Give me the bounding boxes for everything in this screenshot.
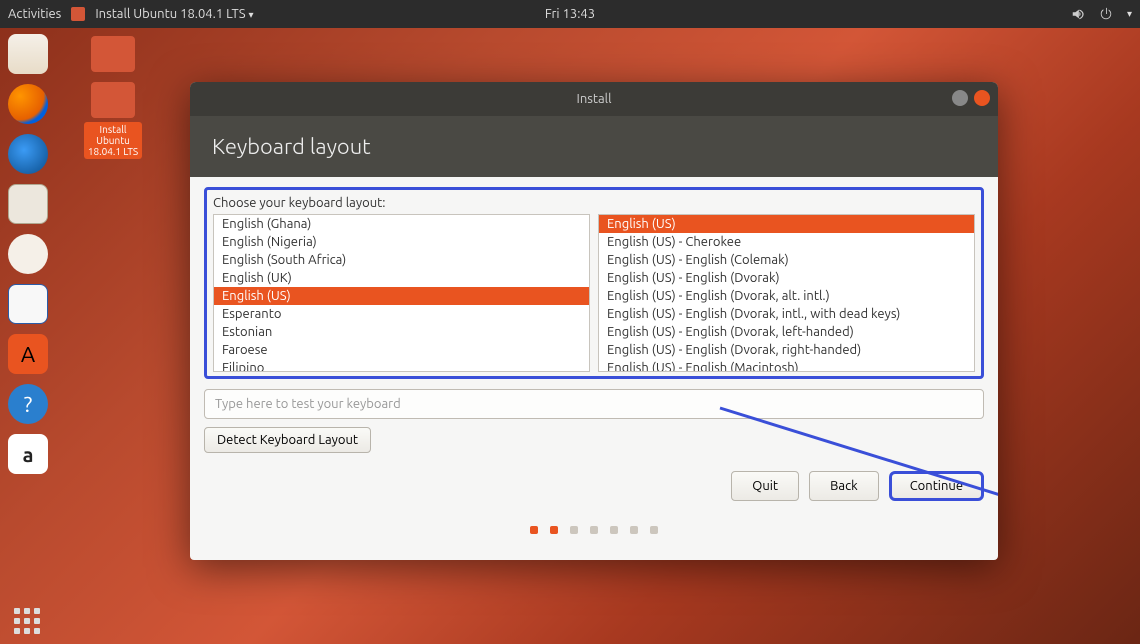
dock: A ? a [0,28,56,644]
power-icon[interactable] [1099,7,1113,21]
keyboard-layout-frame: Choose your keyboard layout: English (Gh… [204,187,984,379]
list-item[interactable]: Faroese [214,341,589,359]
activities-button[interactable]: Activities [8,7,61,21]
installer-disk-icon [91,82,135,118]
list-item[interactable]: English (UK) [214,269,589,287]
list-item[interactable]: Estonian [214,323,589,341]
desktop-icon-label: Install Ubuntu 18.04.1 LTS [84,122,142,159]
list-item[interactable]: English (US) - English (Dvorak, alt. int… [599,287,974,305]
app-menu-button[interactable]: Install Ubuntu 18.04.1 LTS ▾ [95,7,253,21]
dock-nautilus-icon[interactable] [8,184,48,224]
list-item[interactable]: Filipino [214,359,589,372]
list-item[interactable]: English (US) - English (Macintosh) [599,359,974,372]
app-icon [71,7,85,21]
dock-files-icon[interactable] [8,34,48,74]
list-item[interactable]: English (Nigeria) [214,233,589,251]
page-heading: Keyboard layout [190,116,998,177]
test-keyboard-input[interactable] [204,389,984,419]
layout-language-list[interactable]: English (Ghana)English (Nigeria)English … [213,214,590,372]
dot [570,526,578,534]
desktop-icon[interactable] [84,36,142,76]
minimize-icon[interactable] [952,90,968,106]
dock-software-icon[interactable]: A [8,334,48,374]
dock-amazon-icon[interactable]: a [8,434,48,474]
dock-thunderbird-icon[interactable] [8,134,48,174]
back-button[interactable]: Back [809,471,879,501]
window-title: Install [577,92,612,106]
list-item[interactable]: Esperanto [214,305,589,323]
list-item[interactable]: English (US) - English (Dvorak, intl., w… [599,305,974,323]
list-item[interactable]: English (US) - English (Dvorak, right-ha… [599,341,974,359]
dock-writer-icon[interactable] [8,284,48,324]
desktop-icon-install[interactable]: Install Ubuntu 18.04.1 LTS [84,82,142,159]
dot [550,526,558,534]
close-icon[interactable] [974,90,990,106]
list-item[interactable]: English (Ghana) [214,215,589,233]
progress-dots [204,508,984,546]
installer-disk-icon [91,36,135,72]
list-item[interactable]: English (US) - English (Dvorak, left-han… [599,323,974,341]
detect-layout-button[interactable]: Detect Keyboard Layout [204,427,371,453]
list-item[interactable]: English (US) [214,287,589,305]
dot [530,526,538,534]
window-titlebar[interactable]: Install [190,82,998,116]
clock[interactable]: Fri 13:43 [545,7,595,21]
dot [650,526,658,534]
list-item[interactable]: English (US) - English (Dvorak) [599,269,974,287]
choose-label: Choose your keyboard layout: [213,196,975,210]
dot [590,526,598,534]
top-bar: Activities Install Ubuntu 18.04.1 LTS ▾ … [0,0,1140,28]
dot [610,526,618,534]
volume-icon[interactable] [1071,7,1085,21]
show-apps-icon[interactable] [14,608,40,634]
list-item[interactable]: English (South Africa) [214,251,589,269]
dock-rhythmbox-icon[interactable] [8,234,48,274]
quit-button[interactable]: Quit [731,471,799,501]
list-item[interactable]: English (US) [599,215,974,233]
list-item[interactable]: English (US) - Cherokee [599,233,974,251]
layout-variant-list[interactable]: English (US)English (US) - CherokeeEngli… [598,214,975,372]
system-menu-chevron-icon[interactable]: ▾ [1127,8,1132,20]
continue-button[interactable]: Continue [889,471,984,501]
dock-help-icon[interactable]: ? [8,384,48,424]
list-item[interactable]: English (US) - English (Colemak) [599,251,974,269]
dock-firefox-icon[interactable] [8,84,48,124]
dot [630,526,638,534]
installer-window: Install Keyboard layout Choose your keyb… [190,82,998,560]
